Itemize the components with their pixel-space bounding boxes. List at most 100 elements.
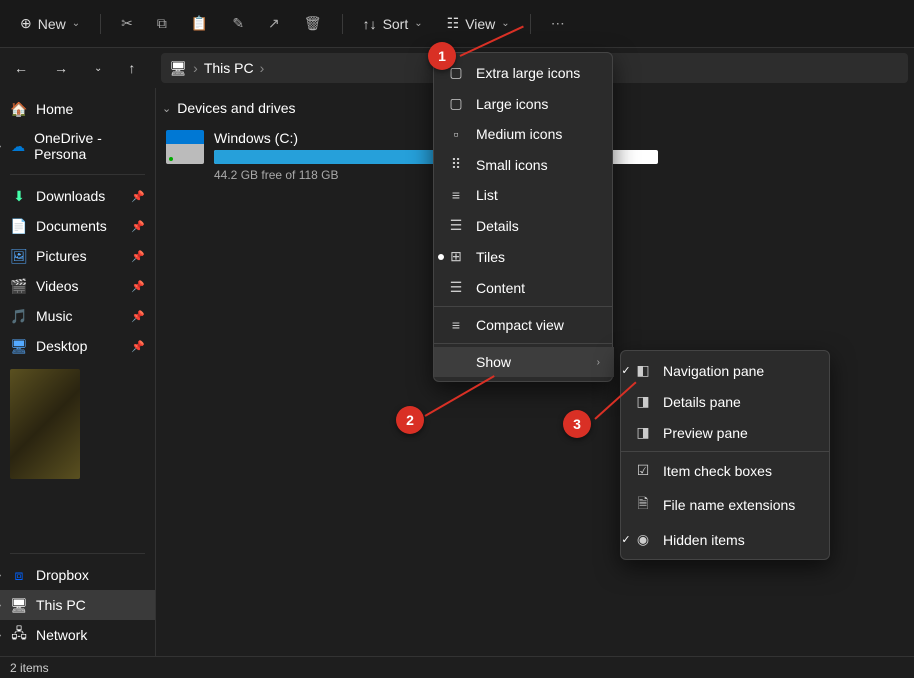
sidebar-item-label: Dropbox [36,567,89,583]
check-icon: ✓ [619,533,633,546]
view-icon: ☷ [447,15,460,32]
sidebar-item-label: Videos [36,278,79,294]
status-items-count: 2 items [10,661,49,675]
show-details-pane[interactable]: ◨Details pane [621,386,829,417]
share-button[interactable]: ↗ [258,9,290,38]
radio-selected-icon [438,254,444,260]
view-menu-large-icons[interactable]: ▢Large icons [434,88,614,119]
menu-divider [621,451,829,452]
sidebar-item-network[interactable]: › 🖧 Network [0,620,155,650]
sidebar-item-music[interactable]: 🎵 Music 📌 [0,301,155,331]
delete-button[interactable]: 🗑 [294,9,332,38]
chevron-right-icon[interactable]: › [0,570,10,581]
menu-item-label: Small icons [476,157,548,173]
pin-icon: 📌 [131,190,145,203]
pin-icon: 📌 [131,340,145,353]
dropbox-icon: ⧈ [10,566,28,584]
onedrive-icon: ☁ [10,137,26,155]
sort-icon: ↑↓ [363,16,377,32]
view-menu-content[interactable]: ☰ Content [434,272,614,303]
sidebar-item-desktop[interactable]: 🖥 Desktop 📌 [0,331,155,361]
menu-item-label: Compact view [476,317,564,333]
sidebar-item-downloads[interactable]: ⬇ Downloads 📌 [0,181,155,211]
view-menu-details[interactable]: ☰Details [434,210,614,241]
pin-icon: 📌 [131,310,145,323]
sidebar-item-label: Home [36,101,73,117]
history-dropdown[interactable]: ⌄ [86,59,110,78]
details-icon: ☰ [448,217,464,234]
sidebar-item-home[interactable]: 🏠 Home [0,94,155,124]
medium-icons-icon: ▫ [448,126,464,142]
view-menu-small-icons[interactable]: ⠿Small icons [434,149,614,180]
sidebar-item-label: Documents [36,218,107,234]
view-menu-list[interactable]: ≡List [434,180,614,210]
music-icon: 🎵 [10,307,28,325]
chevron-right-icon: › [597,357,600,368]
status-bar: 2 items [0,656,914,678]
callout-1: 1 [428,42,456,70]
sidebar-item-pictures[interactable]: 🖼 Pictures 📌 [0,241,155,271]
sidebar-item-thispc[interactable]: › 🖥 This PC [0,590,155,620]
paste-button[interactable]: 📋 [181,9,218,38]
chevron-down-icon: ⌄ [501,18,509,29]
show-file-name-extensions[interactable]: 🗎File name extensions [621,486,829,524]
videos-icon: 🎬 [10,277,28,295]
view-menu-show[interactable]: Show › [434,347,614,377]
checkbox-icon: ☑ [635,462,651,479]
chevron-right-icon[interactable]: › [0,141,10,152]
sidebar-item-dropbox[interactable]: › ⧈ Dropbox [0,560,155,590]
up-button[interactable]: ↑ [120,56,143,80]
breadcrumb-location[interactable]: This PC [204,60,254,76]
show-item-check-boxes[interactable]: ☑Item check boxes [621,455,829,486]
pin-icon: 📌 [131,280,145,293]
callout-2: 2 [396,406,424,434]
compact-view-icon: ≡ [448,317,464,333]
chevron-right-icon[interactable]: › [0,600,10,611]
sort-button[interactable]: ↑↓ Sort ⌄ [353,10,433,38]
sort-label: Sort [383,16,409,32]
sidebar-item-label: Music [36,308,73,324]
menu-item-label: Content [476,280,525,296]
chevron-right-icon[interactable]: › [0,630,10,641]
section-title: Devices and drives [177,100,295,116]
navigation-pane-icon: ◧ [635,362,651,379]
menu-item-label: Show [476,354,511,370]
view-menu-compact-view[interactable]: ≡ Compact view [434,310,614,340]
show-navigation-pane[interactable]: ✓◧Navigation pane [621,355,829,386]
sidebar-divider [10,174,145,175]
large-icons-icon: ▢ [448,95,464,112]
toolbar: ⊕ New ⌄ ✂ ⧉ 📋 ✎ ↗ 🗑 ↑↓ Sort ⌄ ☷ View ⌄ ⋯ [0,0,914,48]
rename-button[interactable]: ✎ [222,9,254,38]
sidebar-item-onedrive[interactable]: › ☁ OneDrive - Persona [0,124,155,168]
show-hidden-items[interactable]: ✓◉Hidden items [621,524,829,555]
paste-icon: 📋 [191,15,208,32]
menu-item-label: Preview pane [663,425,748,441]
content-icon: ☰ [448,279,464,296]
callout-3: 3 [563,410,591,438]
copy-button[interactable]: ⧉ [147,9,177,38]
sidebar-thumbnail[interactable] [10,369,80,479]
menu-divider [434,343,612,344]
view-menu-tiles[interactable]: ⊞Tiles [434,241,614,272]
view-menu-medium-icons[interactable]: ▫ Medium icons [434,119,614,149]
more-button[interactable]: ⋯ [541,9,575,38]
network-icon: 🖧 [10,626,28,644]
back-button[interactable]: ← [6,56,36,80]
forward-button[interactable]: → [46,56,76,80]
breadcrumb-separator: › [260,60,265,76]
new-button[interactable]: ⊕ New ⌄ [10,9,90,38]
list-icon: ≡ [448,187,464,203]
sidebar-item-videos[interactable]: 🎬 Videos 📌 [0,271,155,301]
view-menu-extra-large-icons[interactable]: ▢Extra large icons [434,57,614,88]
view-label: View [465,16,495,32]
cut-button[interactable]: ✂ [111,9,143,38]
sidebar: 🏠 Home › ☁ OneDrive - Persona ⬇ Download… [0,88,156,656]
show-preview-pane[interactable]: ◨Preview pane [621,417,829,448]
cut-icon: ✂ [121,15,133,32]
sidebar-item-label: Network [36,627,87,643]
sidebar-item-documents[interactable]: 📄 Documents 📌 [0,211,155,241]
file-icon: 🗎 [635,493,651,517]
menu-item-label: Medium icons [476,126,562,142]
home-icon: 🏠 [10,100,28,118]
pin-icon: 📌 [131,250,145,263]
